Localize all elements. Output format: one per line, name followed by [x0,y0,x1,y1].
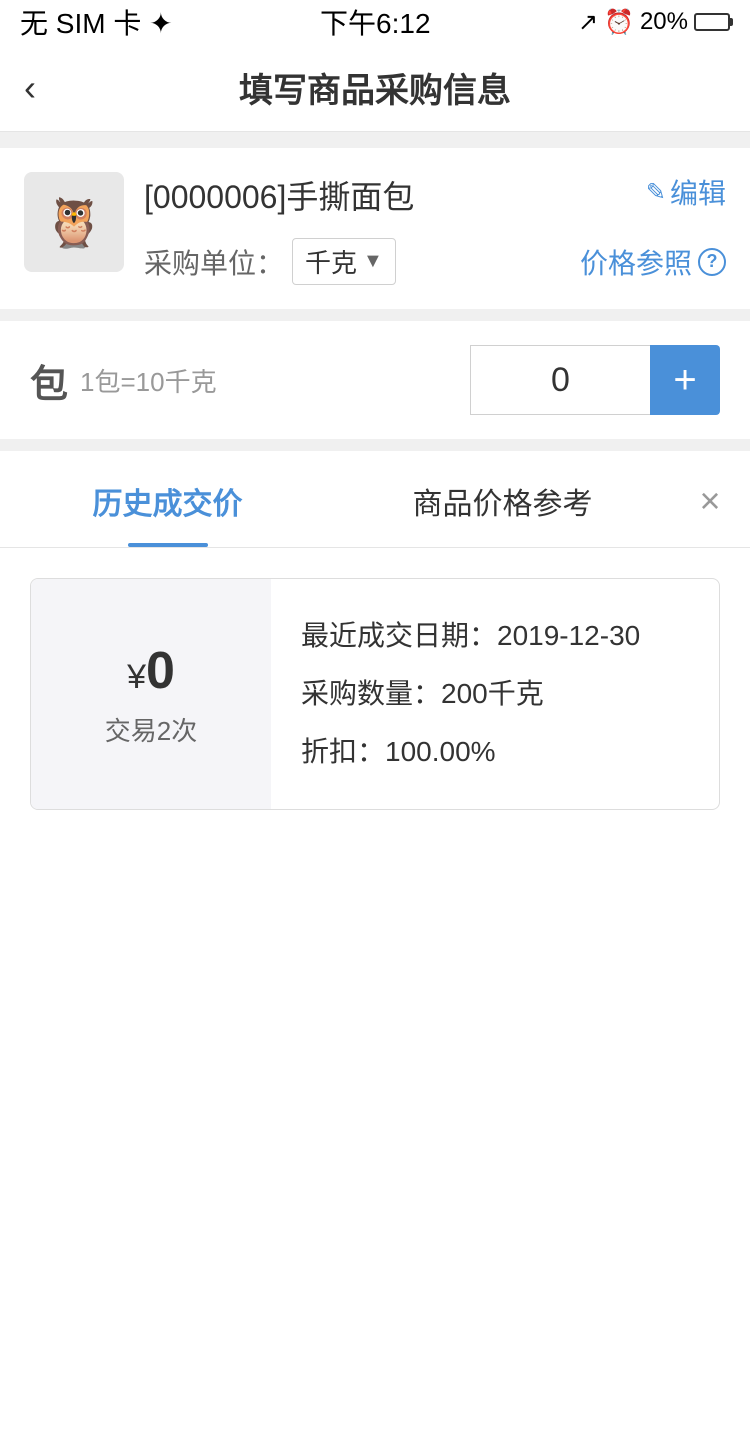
price-ref-label: 价格参照 [580,242,692,282]
alarm-icon: ⏰ [604,8,634,37]
product-logo-icon: 🦉 [44,194,104,251]
battery-icon [694,13,730,31]
unit-row: 采购单位： 千克 ▼ 价格参照 ? [144,238,726,285]
edit-icon: ✎ [646,178,666,207]
status-left: 无 SIM 卡 ✦ [20,2,173,42]
bag-label: 包 [30,353,68,408]
section-divider [0,309,750,321]
page-rest [0,840,750,1440]
tab-active-indicator [128,543,208,547]
quantity-row: 包 1包=10千克 0 + [0,321,750,439]
back-button[interactable]: ‹ [24,67,36,109]
product-name-row: [0000006]手撕面包 ✎ 编辑 [144,172,726,218]
status-right: ↗ ⏰ 20% [578,8,730,37]
history-discount: 折扣：100.00% [301,731,689,773]
product-info: [0000006]手撕面包 ✎ 编辑 采购单位： 千克 ▼ 价格参照 ? [144,172,726,285]
history-transaction-count: 交易2次 [105,711,197,748]
edit-button[interactable]: ✎ 编辑 [646,172,726,212]
page-title: 填写商品采购信息 [239,63,511,112]
tab-close-button[interactable]: × [670,452,750,546]
history-card-left: ¥0 交易2次 [31,579,271,809]
history-price: ¥0 [127,641,175,701]
unit-label: 采购单位： [144,242,284,282]
price-reference-button[interactable]: 价格参照 ? [580,242,726,282]
signal-icon: ↗ [578,8,598,37]
unit-value: 千克 [305,243,357,280]
product-thumbnail: 🦉 [24,172,124,272]
nav-bar: ‹ 填写商品采购信息 [0,44,750,132]
tab-header: 历史成交价 商品价格参考 × [0,451,750,548]
tab-panel: 历史成交价 商品价格参考 × ¥0 交易2次 最近成交日期：2019-12-30… [0,451,750,840]
help-icon: ? [698,248,726,276]
tab-content-history: ¥0 交易2次 最近成交日期：2019-12-30 采购数量：200千克 折扣：… [0,548,750,840]
quantity-plus-button[interactable]: + [650,345,720,415]
tab-product-price[interactable]: 商品价格参考 [335,451,670,547]
status-time: 下午6:12 [320,2,431,42]
quantity-unit-info: 包 1包=10千克 [30,353,217,408]
tab-history-price[interactable]: 历史成交价 [0,451,335,547]
bag-conversion: 1包=10千克 [80,362,217,399]
status-bar: 无 SIM 卡 ✦ 下午6:12 ↗ ⏰ 20% [0,0,750,44]
battery-percent: 20% [640,8,688,36]
product-name: [0000006]手撕面包 [144,172,646,218]
dropdown-arrow-icon: ▼ [363,250,383,273]
history-card-right: 最近成交日期：2019-12-30 采购数量：200千克 折扣：100.00% [271,579,719,809]
currency-symbol: ¥ [127,658,146,696]
history-card: ¥0 交易2次 最近成交日期：2019-12-30 采购数量：200千克 折扣：… [30,578,720,810]
unit-select-dropdown[interactable]: 千克 ▼ [292,238,396,285]
product-card: 🦉 [0000006]手撕面包 ✎ 编辑 采购单位： 千克 ▼ 价格参照 ? [0,148,750,309]
history-purchase-qty: 采购数量：200千克 [301,673,689,715]
quantity-input[interactable]: 0 [470,345,650,415]
quantity-control: 0 + [470,345,720,415]
history-recent-date: 最近成交日期：2019-12-30 [301,615,689,657]
